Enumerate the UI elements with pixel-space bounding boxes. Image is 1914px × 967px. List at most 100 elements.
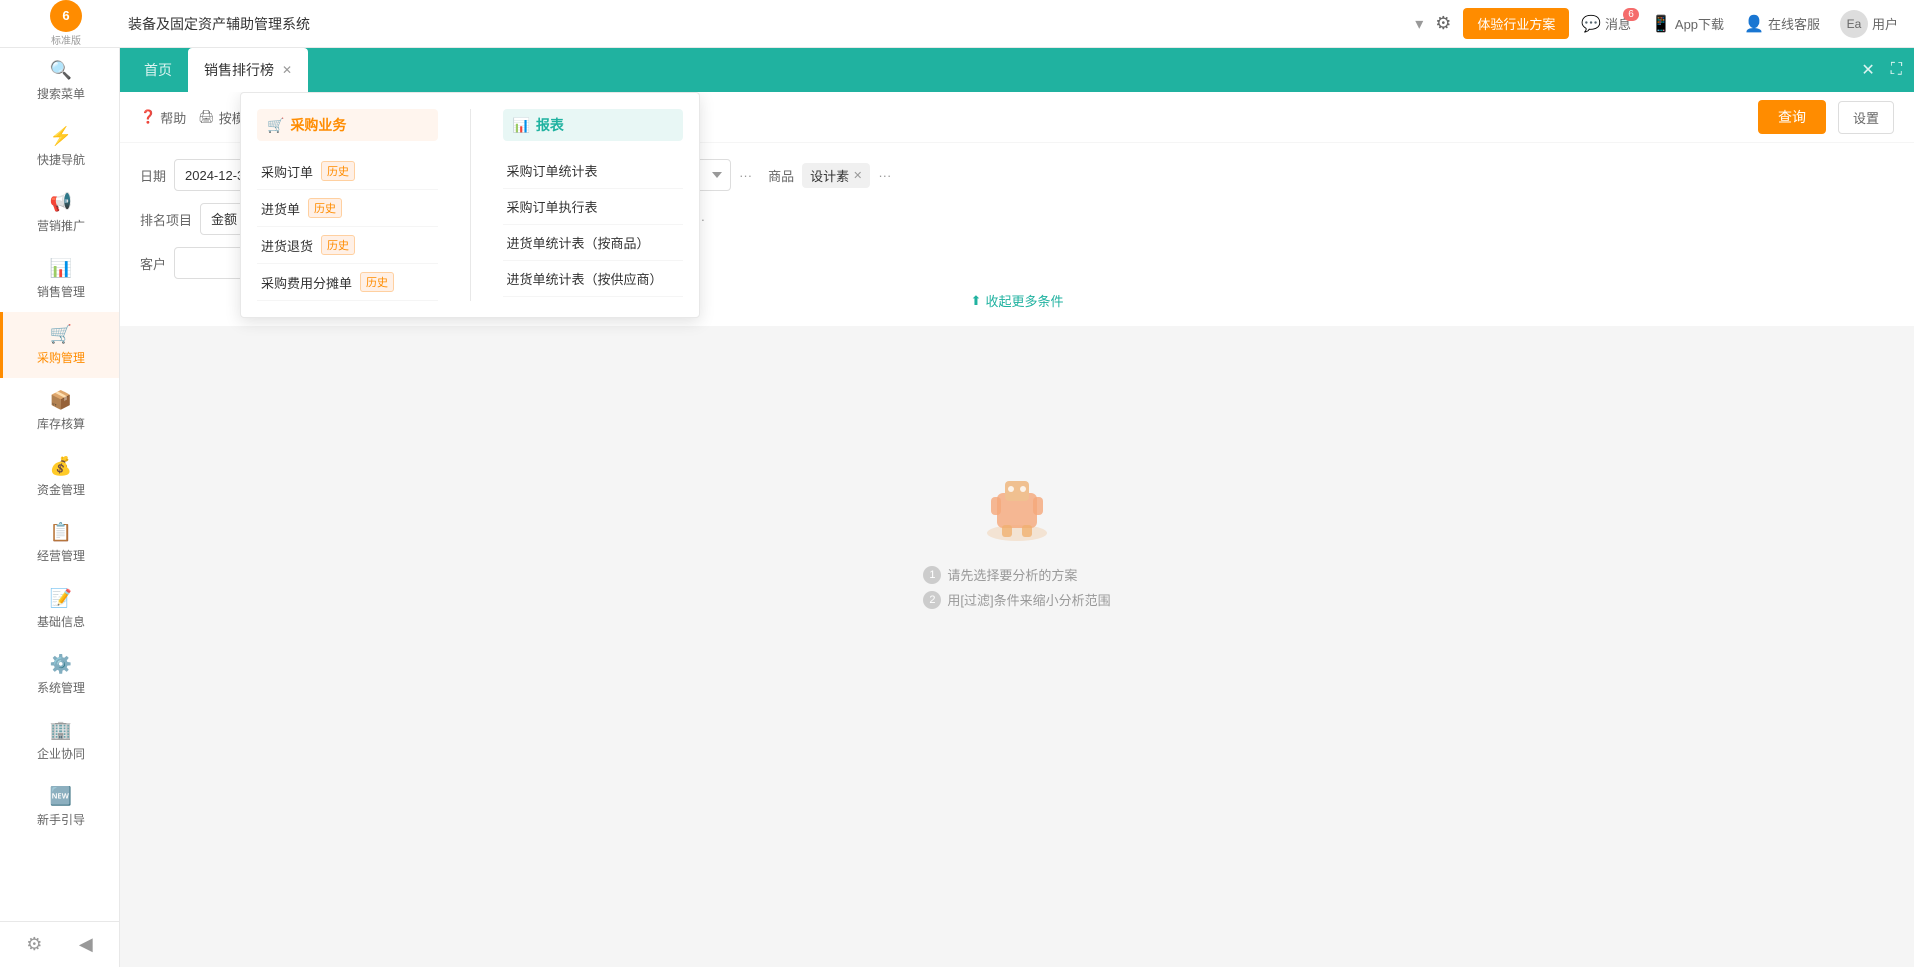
topbar-actions: 💬 消息 6 📱 App下载 👤 在线客服 Ea 用户 [1581,10,1898,38]
purchase-section-icon: 🛒 [267,117,284,134]
menu-item-expense[interactable]: 采购费用分摊单 历史 [257,264,438,301]
filter-rank-item-label: 排名项目 [140,210,192,229]
online-service-label: 在线客服 [1768,14,1820,33]
report-section-icon: 📊 [513,117,530,134]
sidebar-item-quick-nav[interactable]: ⚡ 快捷导航 [0,114,119,180]
menu-divider [470,109,471,301]
sidebar-footer: ⚙ ◀ [0,921,119,967]
sidebar-item-sales[interactable]: 📊 销售管理 [0,246,119,312]
sidebar-item-basic-info[interactable]: 📝 基础信息 [0,576,119,642]
messages-btn[interactable]: 💬 消息 6 [1581,14,1631,34]
menu-item-purchase-order-exec[interactable]: 采购订单执行表 [503,189,684,225]
collapse-label: 收起更多条件 [985,291,1063,310]
menu-item-label: 进货单统计表（按商品） [507,233,650,252]
enterprise-icon: 🏢 [50,720,72,741]
app-download-btn[interactable]: 📱 App下载 [1651,14,1724,34]
sidebar-settings-btn[interactable]: ⚙ [26,934,42,955]
help-label: 帮助 [160,108,186,127]
settings-btn[interactable]: 设置 [1838,101,1894,134]
logo-icon: 6 [50,0,82,32]
finance-icon: 💰 [50,456,72,477]
report-section-title-text: 报表 [536,115,564,135]
filter-date-label: 日期 [140,166,166,185]
app-download-label: App下载 [1675,14,1724,33]
sidebar-item-operations[interactable]: 📋 经营管理 [0,510,119,576]
hist-badge: 历史 [308,198,342,218]
menu-item-label: 采购订单 [261,162,313,181]
menu-item-instock-by-goods[interactable]: 进货单统计表（按商品） [503,225,684,261]
tab-home-label: 首页 [144,60,172,80]
user-label: 用户 [1872,14,1898,33]
filter-customer-label: 客户 [140,254,166,273]
menu-item-label: 进货单统计表（按供应商） [507,269,663,288]
menu-section-report: 📊 报表 采购订单统计表 采购订单执行表 进货单统计表（按商品） [503,109,684,301]
sidebar-collapse-btn[interactable]: ◀ [79,934,93,955]
tab-close-icon[interactable]: ✕ [282,63,292,77]
online-service-btn[interactable]: 👤 在线客服 [1744,14,1820,34]
tab-close-all-icon[interactable]: ✕ [1857,56,1878,84]
filter-goods-more[interactable]: ··· [878,168,891,183]
main-layout: 🔍 搜索菜单 ⚡ 快捷导航 📢 营销推广 📊 销售管理 🛒 采购管理 📦 库存核… [0,48,1914,967]
avatar: Ea [1840,10,1868,38]
tab-bar-actions: ✕ ⛶ [1857,56,1906,84]
menu-item-purchase-order-stats[interactable]: 采购订单统计表 [503,153,684,189]
hist-badge: 历史 [321,235,355,255]
sidebar-item-inventory[interactable]: 📦 库存核算 [0,378,119,444]
empty-state: 1 请先选择要分析的方案 2 用[过滤]条件来缩小分析范围 [120,334,1914,734]
inventory-icon: 📦 [50,390,72,411]
sidebar-item-purchase[interactable]: 🛒 采购管理 [0,312,119,378]
hist-badge: 历史 [360,272,394,292]
help-btn[interactable]: ❓ 帮助 [140,108,186,127]
menu-item-purchase-order[interactable]: 采购订单 历史 [257,153,438,190]
sidebar-item-guide[interactable]: 🆕 新手引导 [0,774,119,840]
sidebar-item-search[interactable]: 🔍 搜索菜单 [0,48,119,114]
empty-illustration [967,453,1067,553]
sidebar-item-enterprise[interactable]: 🏢 企业协同 [0,708,119,774]
menu-item-instock-by-supplier[interactable]: 进货单统计表（按供应商） [503,261,684,297]
sidebar-item-label: 经营管理 [37,547,85,564]
sidebar-item-label: 搜索菜单 [37,85,85,102]
filter-doc-status-more[interactable]: ··· [739,168,752,183]
filter-goods-tag-close[interactable]: ✕ [853,169,862,182]
filter-goods-label: 商品 [768,166,794,185]
purchase-dropdown-overlay: 🛒 采购业务 采购订单 历史 进货单 历史 进货退货 [240,92,700,318]
sidebar-item-finance[interactable]: 💰 资金管理 [0,444,119,510]
sidebar-item-marketing[interactable]: 📢 营销推广 [0,180,119,246]
messages-badge: 6 [1623,8,1639,21]
menu-section-purchase: 🛒 采购业务 采购订单 历史 进货单 历史 进货退货 [257,109,438,301]
menu-item-instock[interactable]: 进货单 历史 [257,190,438,227]
menu-section-report-title: 📊 报表 [503,109,684,141]
print-icon: 🖨 [198,109,215,125]
sidebar-item-label: 采购管理 [37,349,85,366]
industry-btn[interactable]: 体验行业方案 [1463,8,1569,39]
content-area: 首页 销售排行榜 ✕ ✕ ⛶ ❓ 帮助 🖨 按模板打印 [120,48,1914,967]
filter-goods-tag: 设计素 ✕ [802,163,870,188]
system-title: 装备及固定资产辅助管理系统 [128,14,1403,34]
system-dropdown-icon[interactable]: ▾ [1415,14,1423,34]
topbar: 6 标准版 装备及固定资产辅助管理系统 ▾ ⚙ 体验行业方案 💬 消息 6 📱 … [0,0,1914,48]
user-btn[interactable]: Ea 用户 [1840,10,1898,38]
svg-text:6: 6 [62,8,69,23]
tab-sales-rank[interactable]: 销售排行榜 ✕ [188,48,308,92]
menu-item-label: 采购费用分摊单 [261,273,352,292]
query-btn[interactable]: 查询 [1758,100,1826,134]
system-icon: ⚙️ [50,654,72,675]
search-icon: 🔍 [50,60,72,81]
menu-item-label: 进货单 [261,199,300,218]
purchase-icon: 🛒 [50,324,72,345]
menu-item-label: 采购订单执行表 [507,197,598,216]
topbar-settings-icon[interactable]: ⚙ [1435,13,1451,34]
page-content: ❓ 帮助 🖨 按模板打印 ▾ ⬇ 导出 ↻ 刷新 查询 设置 [120,92,1914,967]
menu-item-return[interactable]: 进货退货 历史 [257,227,438,264]
filter-goods: 商品 设计素 ✕ ··· [768,163,891,188]
operations-icon: 📋 [50,522,72,543]
tab-expand-icon[interactable]: ⛶ [1887,57,1906,83]
sidebar-item-system[interactable]: ⚙️ 系统管理 [0,642,119,708]
sidebar-item-label: 系统管理 [37,679,85,696]
quick-nav-icon: ⚡ [50,126,72,147]
tab-home[interactable]: 首页 [128,48,188,92]
menu-item-label: 进货退货 [261,236,313,255]
sidebar-item-label: 企业协同 [37,745,85,762]
help-icon: ❓ [140,109,156,125]
basic-info-icon: 📝 [50,588,72,609]
